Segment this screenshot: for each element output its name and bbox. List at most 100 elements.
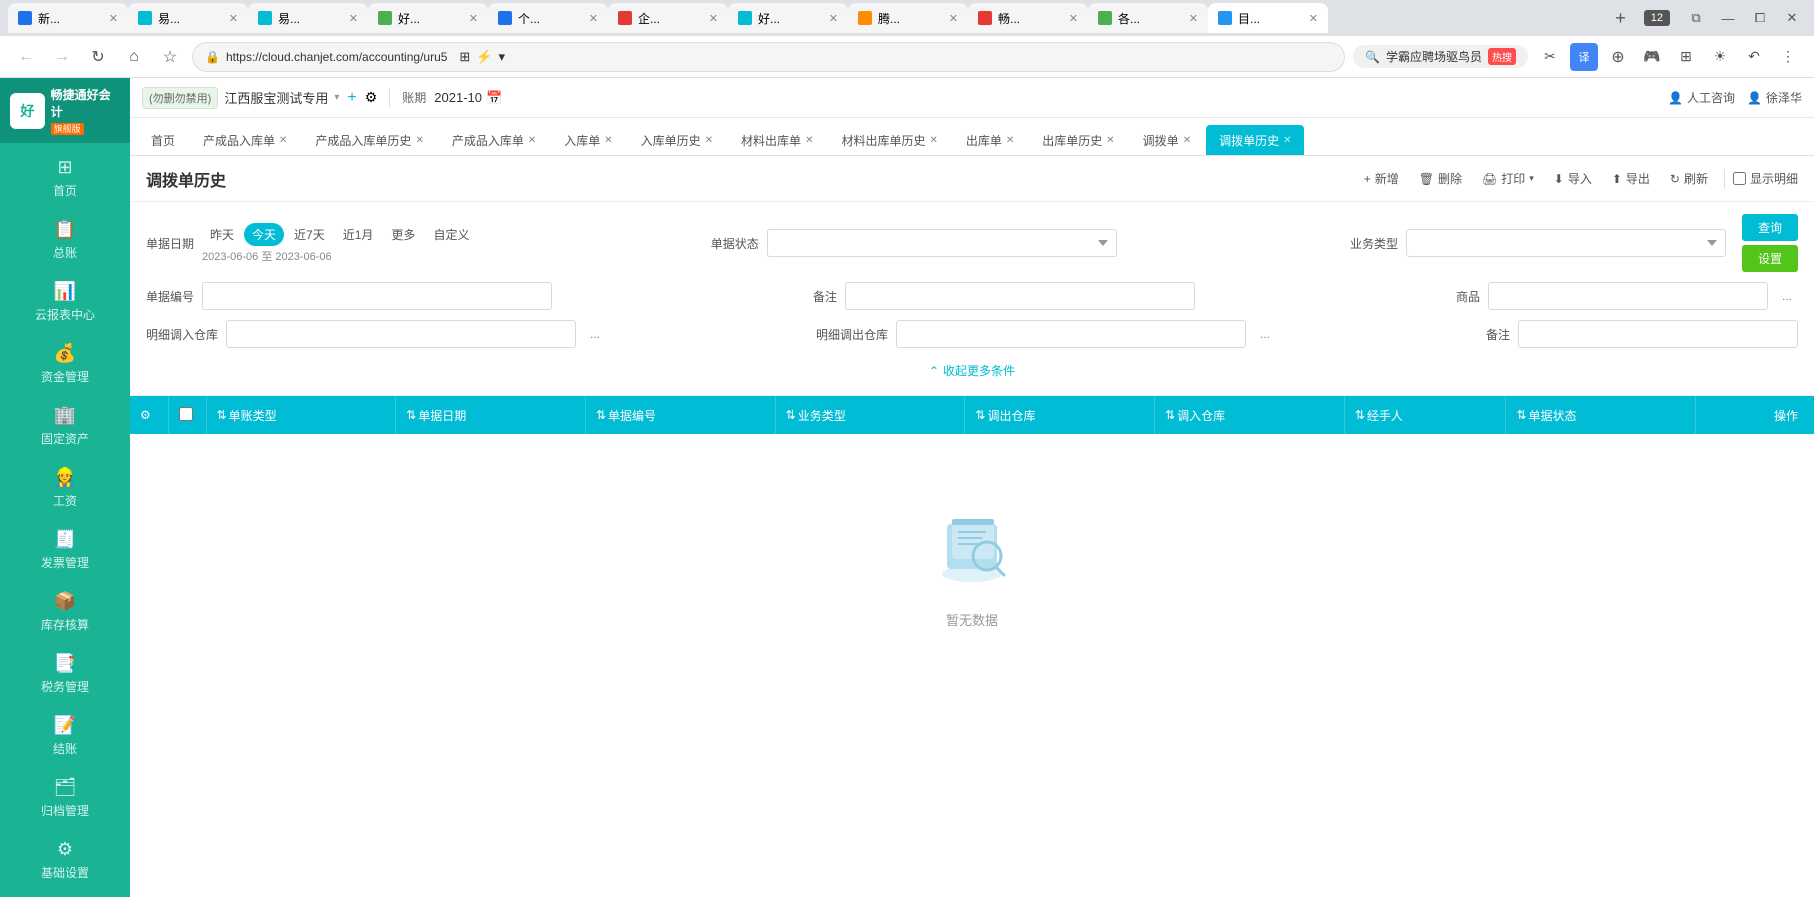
browser-tab-t1[interactable]: 新...✕	[8, 3, 128, 33]
display-full-toggle[interactable]: 显示明细	[1733, 170, 1798, 187]
new-action-button[interactable]: + 新增	[1356, 166, 1407, 191]
reload-button[interactable]: ↻	[84, 43, 112, 71]
page-tab-4[interactable]: 入库单✕	[551, 125, 625, 155]
page-tab-close[interactable]: ✕	[279, 135, 287, 146]
sidebar-item-3[interactable]: 💰资金管理	[0, 333, 130, 395]
page-tab-close[interactable]: ✕	[1006, 135, 1014, 146]
browser-tab-t10[interactable]: 各...✕	[1088, 3, 1208, 33]
th-doc-date[interactable]: ⇅单据日期	[396, 396, 586, 434]
browser-tab-t11[interactable]: 目...✕	[1208, 3, 1328, 33]
query-button[interactable]: 查询	[1742, 214, 1798, 241]
tab-close-icon[interactable]: ✕	[349, 12, 358, 25]
menu-icon[interactable]: ⋮	[1774, 43, 1802, 71]
status-select[interactable]	[767, 229, 1117, 257]
history-icon[interactable]: ↶	[1740, 43, 1768, 71]
display-checkbox[interactable]	[1733, 172, 1746, 185]
user-info[interactable]: 👤 徐泽华	[1747, 89, 1802, 106]
extension-icon1[interactable]: ⊕	[1604, 43, 1632, 71]
transfer-in-picker-btn[interactable]: ...	[584, 325, 606, 343]
browser-tab-t5[interactable]: 个...✕	[488, 3, 608, 33]
th-check[interactable]	[168, 396, 206, 434]
delete-action-button[interactable]: 🗑 删除	[1411, 166, 1470, 191]
new-tab-button[interactable]: +	[1609, 8, 1632, 29]
date-btn-3[interactable]: 近1月	[335, 223, 382, 246]
th-doc-type[interactable]: ⇅单账类型	[206, 396, 396, 434]
page-tab-1[interactable]: 产成品入库单✕	[190, 125, 300, 155]
th-doc-status[interactable]: ⇅单据状态	[1506, 396, 1696, 434]
page-tab-2[interactable]: 产成品入库单历史✕	[302, 125, 436, 155]
extension-icon2[interactable]: 🎮	[1638, 43, 1666, 71]
refresh-action-button[interactable]: ↻ 刷新	[1662, 166, 1716, 191]
home-button[interactable]: ⌂	[120, 43, 148, 71]
browser-tab-t9[interactable]: 畅...✕	[968, 3, 1088, 33]
sidebar-item-5[interactable]: 👷工资	[0, 457, 130, 519]
browser-tab-t4[interactable]: 好...✕	[368, 3, 488, 33]
sidebar-item-6[interactable]: 🧾发票管理	[0, 519, 130, 581]
company-selector[interactable]: (勿删勿禁用) 江西服宝测试专用 ▾	[142, 87, 339, 109]
sidebar-item-9[interactable]: 📝结账	[0, 705, 130, 767]
setting-button[interactable]: 设置	[1742, 245, 1798, 272]
date-btn-4[interactable]: 更多	[383, 223, 423, 246]
grid-icon2[interactable]: ⊞	[1672, 43, 1700, 71]
page-tab-close[interactable]: ✕	[528, 135, 536, 146]
tab-close-icon[interactable]: ✕	[1309, 12, 1318, 25]
page-tab-9[interactable]: 出库单历史✕	[1029, 125, 1127, 155]
import-action-button[interactable]: ⬇ 导入	[1546, 166, 1600, 191]
sidebar-item-1[interactable]: 📋总账	[0, 209, 130, 271]
sidebar-item-2[interactable]: 📊云报表中心	[0, 271, 130, 333]
sidebar-item-7[interactable]: 📦库存核算	[0, 581, 130, 643]
export-action-button[interactable]: ⬆ 导出	[1604, 166, 1658, 191]
period-value[interactable]: 2021-10 📅	[434, 90, 502, 106]
select-all-checkbox[interactable]	[179, 407, 193, 421]
restore-button[interactable]: ⧉	[1682, 4, 1710, 32]
page-tab-10[interactable]: 调拨单✕	[1130, 125, 1204, 155]
service-button[interactable]: 👤 人工咨询	[1668, 89, 1735, 106]
date-btn-1[interactable]: 今天	[244, 223, 284, 246]
sidebar-item-10[interactable]: 🗂归档管理	[0, 767, 130, 829]
transfer-out-picker-btn[interactable]: ...	[1254, 325, 1276, 343]
remark2-input[interactable]	[1518, 320, 1798, 348]
page-tab-close[interactable]: ✕	[604, 135, 612, 146]
tab-close-icon[interactable]: ✕	[709, 12, 718, 25]
maximize-button[interactable]: ⧠	[1746, 4, 1774, 32]
date-btn-5[interactable]: 自定义	[425, 223, 477, 246]
browser-tab-t7[interactable]: 好...✕	[728, 3, 848, 33]
collapse-button[interactable]: ⌃ 收起更多条件	[925, 358, 1019, 383]
sidebar-item-8[interactable]: 📑税务管理	[0, 643, 130, 705]
tab-close-icon[interactable]: ✕	[949, 12, 958, 25]
page-tab-close[interactable]: ✕	[929, 135, 937, 146]
forward-button[interactable]: →	[48, 43, 76, 71]
address-bar[interactable]: 🔒 https://cloud.chanjet.com/accounting/u…	[192, 42, 1345, 72]
page-tab-close[interactable]: ✕	[1106, 135, 1114, 146]
th-handler[interactable]: ⇅经手人	[1344, 396, 1506, 434]
page-tab-close[interactable]: ✕	[805, 135, 813, 146]
tab-close-icon[interactable]: ✕	[109, 12, 118, 25]
browser-tab-t3[interactable]: 易...✕	[248, 3, 368, 33]
page-tab-5[interactable]: 入库单历史✕	[628, 125, 726, 155]
page-tab-11[interactable]: 调拨单历史✕	[1206, 125, 1304, 155]
sidebar-item-12[interactable]: 🎓新手引导	[0, 891, 130, 897]
tab-close-icon[interactable]: ✕	[589, 12, 598, 25]
tab-close-icon[interactable]: ✕	[229, 12, 238, 25]
tab-close-icon[interactable]: ✕	[1189, 12, 1198, 25]
minimize-button[interactable]: —	[1714, 4, 1742, 32]
bookmark-button[interactable]: ☆	[156, 43, 184, 71]
th-biz-type[interactable]: ⇅业务类型	[775, 396, 965, 434]
sidebar-item-4[interactable]: 🏢固定资产	[0, 395, 130, 457]
tab-close-icon[interactable]: ✕	[469, 12, 478, 25]
remark-input[interactable]	[845, 282, 1195, 310]
browser-tab-t6[interactable]: 企...✕	[608, 3, 728, 33]
page-tab-3[interactable]: 产成品入库单✕	[439, 125, 549, 155]
sidebar-item-0[interactable]: ⊞首页	[0, 147, 130, 209]
tab-close-icon[interactable]: ✕	[829, 12, 838, 25]
add-company-button[interactable]: +	[347, 89, 356, 107]
th-transfer-in[interactable]: ⇅调入仓库	[1155, 396, 1345, 434]
browser-tab-t2[interactable]: 易...✕	[128, 3, 248, 33]
browser-tab-t8[interactable]: 腾...✕	[848, 3, 968, 33]
page-tab-close[interactable]: ✕	[1283, 135, 1291, 146]
goods-input[interactable]	[1488, 282, 1768, 310]
page-tab-0[interactable]: 首页	[138, 125, 188, 155]
page-tab-close[interactable]: ✕	[1183, 135, 1191, 146]
scissors-icon[interactable]: ✂	[1536, 43, 1564, 71]
th-doc-no[interactable]: ⇅单据编号	[585, 396, 775, 434]
